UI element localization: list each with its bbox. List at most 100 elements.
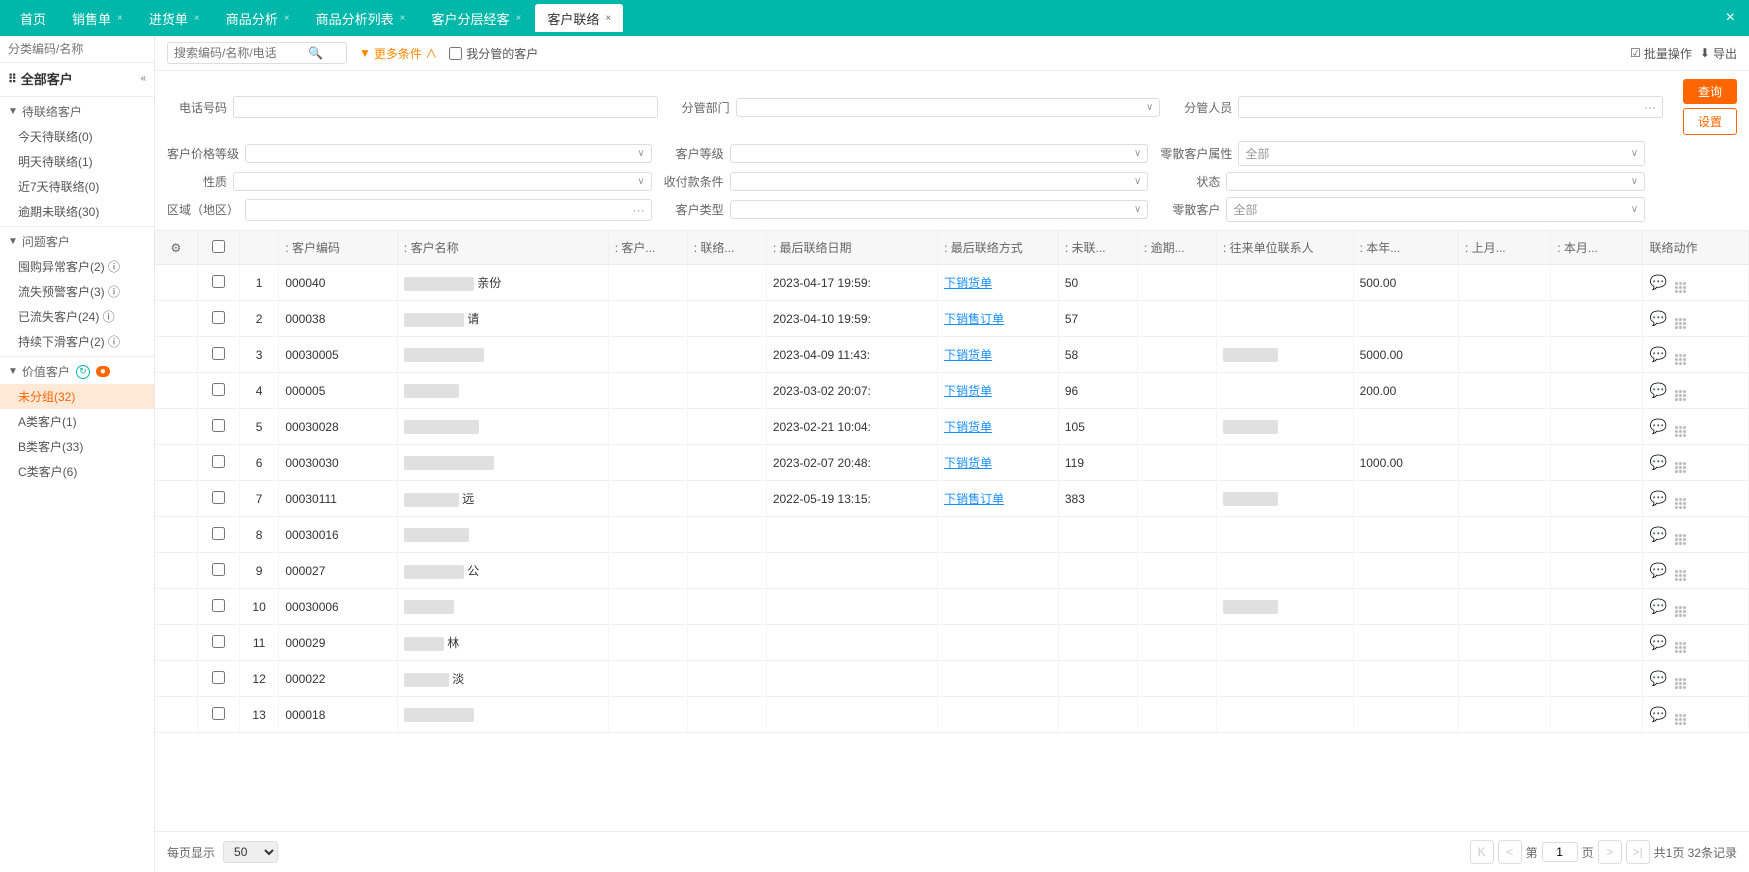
message-action-icon-1[interactable]: 💬 xyxy=(1649,274,1666,291)
message-action-icon-4[interactable]: 💬 xyxy=(1649,382,1666,399)
row-checkbox-9[interactable] xyxy=(212,563,225,576)
tab-purchase[interactable]: 进货单 × xyxy=(137,4,212,32)
grid-action-icon-3[interactable] xyxy=(1675,344,1686,365)
contact-method-link-3[interactable]: 下销货单 xyxy=(944,348,992,362)
contact-method-link-1[interactable]: 下销货单 xyxy=(944,276,992,290)
grid-action-icon-5[interactable] xyxy=(1675,416,1686,437)
sidebar-search-input[interactable] xyxy=(8,42,155,56)
grid-action-icon-8[interactable] xyxy=(1675,524,1686,545)
message-action-icon-13[interactable]: 💬 xyxy=(1649,706,1666,723)
col-settings[interactable]: ⚙ xyxy=(155,231,197,265)
message-action-icon-9[interactable]: 💬 xyxy=(1649,562,1666,579)
all-customers-header[interactable]: ⠿ 全部客户 « xyxy=(0,63,154,94)
message-action-icon-11[interactable]: 💬 xyxy=(1649,634,1666,651)
retail-select[interactable]: 全部 ∨ xyxy=(1226,197,1645,222)
payment-select[interactable]: ∨ xyxy=(730,172,1149,191)
grid-action-icon-13[interactable] xyxy=(1675,704,1686,725)
grid-action-icon-6[interactable] xyxy=(1675,452,1686,473)
settings-gear-icon[interactable]: ⚙ xyxy=(170,241,181,255)
contact-method-link-2[interactable]: 下销售订单 xyxy=(944,312,1004,326)
reset-button[interactable]: 设置 xyxy=(1683,108,1737,135)
department-select[interactable]: ∨ xyxy=(736,98,1161,117)
grid-action-icon-2[interactable] xyxy=(1675,308,1686,329)
grid-action-icon-12[interactable] xyxy=(1675,668,1686,689)
sidebar-item-class-b[interactable]: B类客户(33) xyxy=(0,434,154,459)
sidebar-item-overdue[interactable]: 逾期未联络(30) xyxy=(0,199,154,224)
sidebar-item-7days[interactable]: 近7天待联络(0) xyxy=(0,174,154,199)
my-customers-checkbox[interactable] xyxy=(449,47,462,60)
close-product-analysis-icon[interactable]: × xyxy=(284,13,290,24)
tab-customer-contact[interactable]: 客户联络 × xyxy=(535,4,623,32)
contact-method-link-4[interactable]: 下销货单 xyxy=(944,384,992,398)
row-checkbox-12[interactable] xyxy=(212,671,225,684)
sidebar-item-tomorrow[interactable]: 明天待联络(1) xyxy=(0,149,154,174)
col-this-year-header[interactable]: : 本年... xyxy=(1353,231,1458,265)
col-last-contact-date-header[interactable]: : 最后联络日期 xyxy=(766,231,937,265)
main-search-icon[interactable]: 🔍 xyxy=(308,46,323,60)
sidebar-item-ungrouped[interactable]: 未分组(32) xyxy=(0,384,154,409)
next-page-button[interactable]: > xyxy=(1598,840,1622,864)
batch-operation-button[interactable]: ☑ 批量操作 xyxy=(1630,45,1692,62)
close-purchase-icon[interactable]: × xyxy=(194,13,200,24)
select-all-checkbox[interactable] xyxy=(212,240,225,253)
row-checkbox-3[interactable] xyxy=(212,347,225,360)
col-contact-header[interactable]: : 联络... xyxy=(687,231,766,265)
grid-action-icon-9[interactable] xyxy=(1675,560,1686,581)
sidebar-item-class-c[interactable]: C类客户(6) xyxy=(0,459,154,484)
tab-customer-tier[interactable]: 客户分层经客 × xyxy=(419,4,533,32)
col-category-header[interactable]: : 客户... xyxy=(608,231,687,265)
customer-type-select[interactable]: ∨ xyxy=(730,200,1149,219)
tab-product-analysis-list[interactable]: 商品分析列表 × xyxy=(304,4,418,32)
row-checkbox-1[interactable] xyxy=(212,275,225,288)
message-action-icon-5[interactable]: 💬 xyxy=(1649,418,1666,435)
tab-sales[interactable]: 销售单 × xyxy=(60,4,135,32)
col-last-contact-method-header[interactable]: : 最后联络方式 xyxy=(938,231,1059,265)
sidebar-item-class-a[interactable]: A类客户(1) xyxy=(0,409,154,434)
query-button[interactable]: 查询 xyxy=(1683,79,1737,104)
last-page-button[interactable]: >| xyxy=(1626,840,1650,864)
col-this-month-header[interactable]: : 本月... xyxy=(1551,231,1643,265)
sidebar-item-hoarding-abnormal[interactable]: 囤购异常客户(2) ⓘ xyxy=(0,254,154,279)
region-ellipsis-icon[interactable]: ··· xyxy=(633,203,645,217)
first-page-button[interactable]: K xyxy=(1470,840,1494,864)
export-button[interactable]: ⬇ 导出 xyxy=(1700,45,1737,62)
row-checkbox-13[interactable] xyxy=(212,707,225,720)
message-action-icon-8[interactable]: 💬 xyxy=(1649,526,1666,543)
collapse-icon[interactable]: « xyxy=(140,73,146,84)
manager-select[interactable]: ··· xyxy=(1238,96,1663,118)
row-checkbox-8[interactable] xyxy=(212,527,225,540)
row-checkbox-6[interactable] xyxy=(212,455,225,468)
value-customers-title[interactable]: ▼ 价值客户 ↻ ● xyxy=(0,359,154,384)
row-checkbox-5[interactable] xyxy=(212,419,225,432)
close-sales-icon[interactable]: × xyxy=(117,13,123,24)
nature-select[interactable]: ∨ xyxy=(233,172,652,191)
more-filters-button[interactable]: ▼ 更多条件 ∧ xyxy=(359,45,437,62)
row-checkbox-10[interactable] xyxy=(212,599,225,612)
problem-customers-title[interactable]: ▼ 问题客户 xyxy=(0,229,154,254)
tab-product-analysis[interactable]: 商品分析 × xyxy=(214,4,302,32)
manager-ellipsis-icon[interactable]: ··· xyxy=(1644,100,1656,114)
grid-action-icon-11[interactable] xyxy=(1675,632,1686,653)
contact-method-link-7[interactable]: 下销售订单 xyxy=(944,492,1004,506)
status-select[interactable]: ∨ xyxy=(1226,172,1645,191)
close-all-tabs-button[interactable]: × xyxy=(1720,9,1741,27)
message-action-icon-2[interactable]: 💬 xyxy=(1649,310,1666,327)
col-overdue-header[interactable]: : 逾期... xyxy=(1137,231,1216,265)
page-number-input[interactable] xyxy=(1542,842,1578,862)
close-product-list-icon[interactable]: × xyxy=(400,13,406,24)
close-customer-contact-icon[interactable]: × xyxy=(605,13,611,24)
message-action-icon-12[interactable]: 💬 xyxy=(1649,670,1666,687)
sidebar-item-churn-warning[interactable]: 流失预警客户(3) ⓘ xyxy=(0,279,154,304)
retail-attr-select[interactable]: 全部 ∨ xyxy=(1238,141,1645,166)
phone-input[interactable] xyxy=(233,96,658,118)
region-select[interactable]: ··· xyxy=(245,199,652,221)
row-checkbox-7[interactable] xyxy=(212,491,225,504)
page-size-select[interactable]: 50 100 200 xyxy=(223,841,278,863)
pending-contact-title[interactable]: ▼ 待联络客户 xyxy=(0,99,154,124)
message-action-icon-3[interactable]: 💬 xyxy=(1649,346,1666,363)
row-checkbox-11[interactable] xyxy=(212,635,225,648)
message-action-icon-10[interactable]: 💬 xyxy=(1649,598,1666,615)
col-uncontacted-header[interactable]: : 未联... xyxy=(1058,231,1137,265)
row-checkbox-2[interactable] xyxy=(212,311,225,324)
customer-level-select[interactable]: ∨ xyxy=(730,144,1149,163)
